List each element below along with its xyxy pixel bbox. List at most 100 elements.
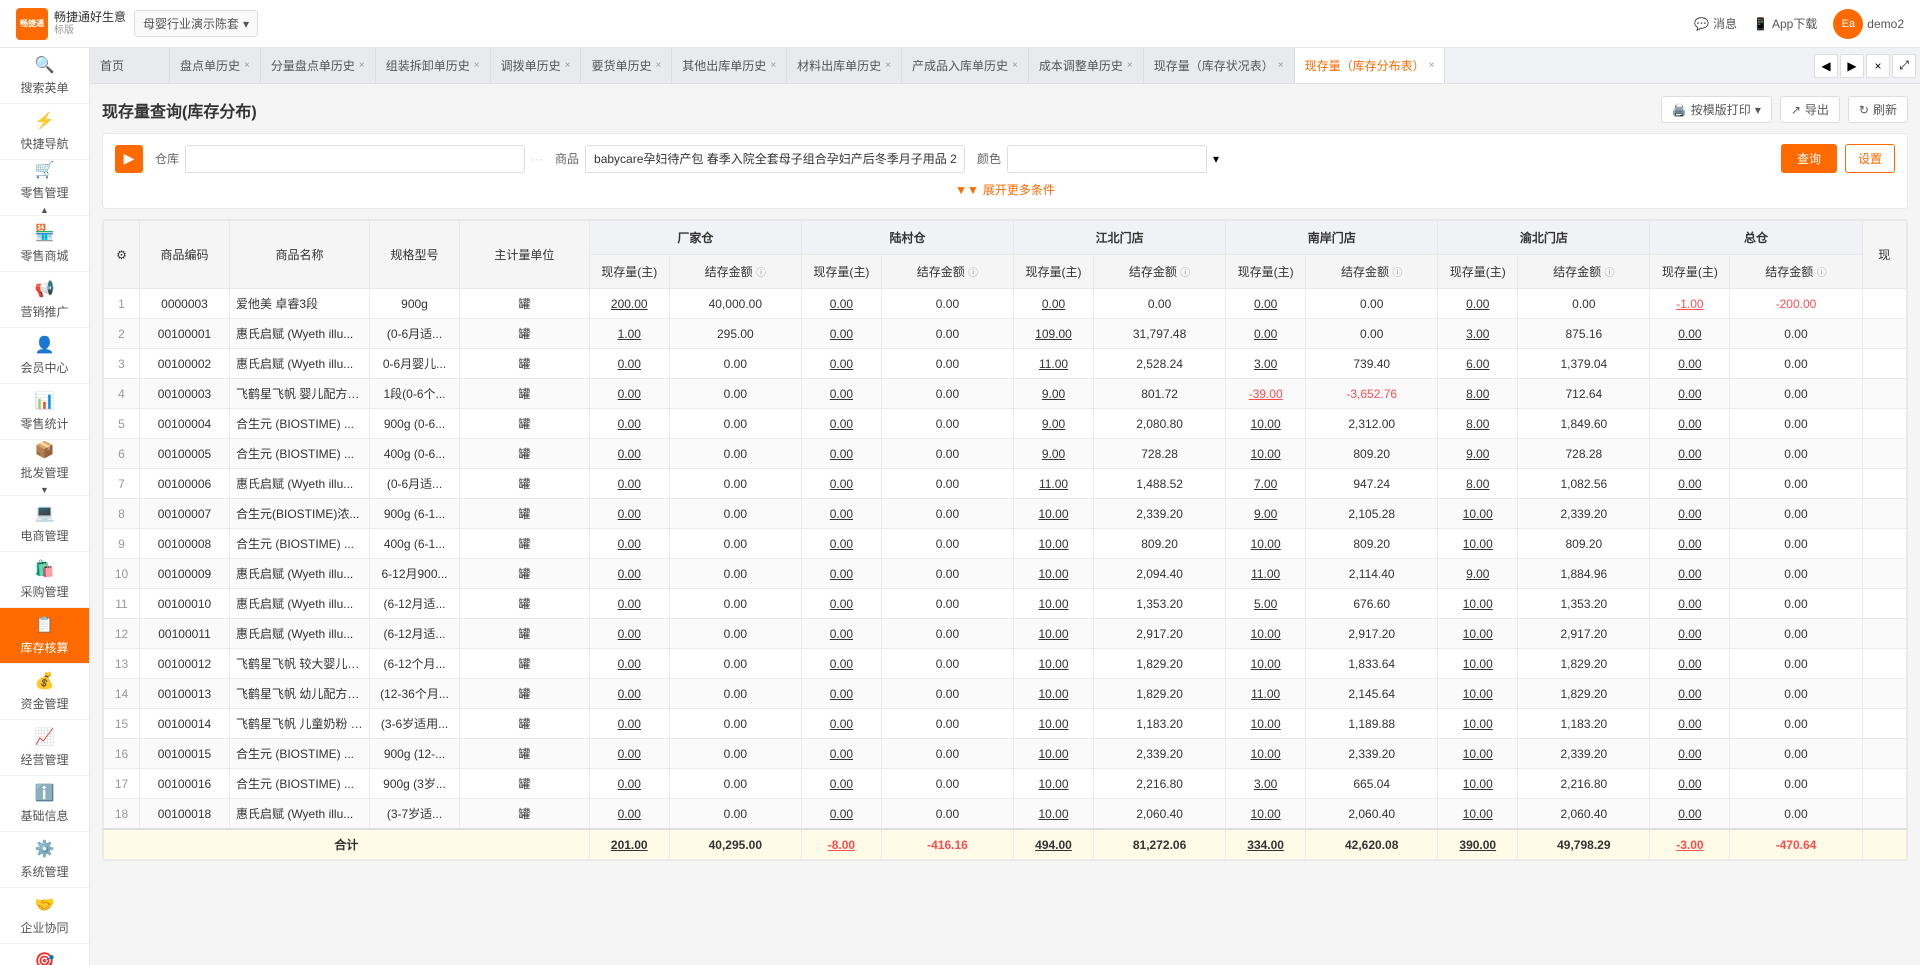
row-na-qty[interactable]: 10.00	[1226, 709, 1306, 739]
tab-transfer-history[interactable]: 调拨单历史 ×	[491, 48, 582, 84]
row-jb-qty[interactable]: 10.00	[1014, 499, 1094, 529]
sidebar-item-retail-stats[interactable]: 📊 零售统计	[0, 384, 89, 440]
row-jb-qty[interactable]: 9.00	[1014, 379, 1094, 409]
row-lc-qty[interactable]: 0.00	[801, 499, 881, 529]
row-lc-qty[interactable]: 0.00	[801, 709, 881, 739]
row-total-qty[interactable]: 0.00	[1650, 349, 1730, 379]
row-lc-qty[interactable]: 0.00	[801, 379, 881, 409]
row-total-qty[interactable]: 0.00	[1650, 559, 1730, 589]
row-total-qty[interactable]: 0.00	[1650, 439, 1730, 469]
row-na-qty[interactable]: 3.00	[1226, 349, 1306, 379]
tab-close-icon[interactable]: ×	[474, 60, 480, 71]
tab-cost-adjust[interactable]: 成本调整单历史 ×	[1029, 48, 1144, 84]
row-fj-qty[interactable]: 0.00	[589, 769, 669, 799]
sidebar-item-purchase[interactable]: 🛍️ 采购管理	[0, 552, 89, 608]
user-avatar[interactable]: Ea demo2	[1833, 9, 1904, 39]
filter-expand-button[interactable]: ▶	[115, 145, 143, 173]
sidebar-item-retail-shop[interactable]: 🏪 零售商城	[0, 216, 89, 272]
row-jb-qty[interactable]: 9.00	[1014, 409, 1094, 439]
row-yb-qty[interactable]: 10.00	[1438, 589, 1518, 619]
row-lc-qty[interactable]: 0.00	[801, 469, 881, 499]
yb-info-icon[interactable]: ⓘ	[1605, 268, 1615, 279]
row-yb-qty[interactable]: 9.00	[1438, 559, 1518, 589]
row-yb-qty[interactable]: 10.00	[1438, 529, 1518, 559]
product-input[interactable]	[585, 145, 965, 173]
sidebar-item-retail-mgmt[interactable]: 🛒 零售管理 ▲	[0, 160, 89, 216]
row-yb-qty[interactable]: 10.00	[1438, 679, 1518, 709]
sidebar-item-operations[interactable]: 📈 经营管理	[0, 720, 89, 776]
row-na-qty[interactable]: 10.00	[1226, 649, 1306, 679]
sidebar-item-basic-info[interactable]: ℹ️ 基础信息	[0, 776, 89, 832]
row-yb-qty[interactable]: 10.00	[1438, 499, 1518, 529]
query-button[interactable]: 查询	[1781, 144, 1837, 173]
row-jb-qty[interactable]: 10.00	[1014, 799, 1094, 830]
tab-next-button[interactable]: ▶	[1840, 54, 1864, 78]
na-info-icon[interactable]: ⓘ	[1392, 268, 1402, 279]
row-jb-qty[interactable]: 10.00	[1014, 559, 1094, 589]
row-jb-qty[interactable]: 11.00	[1014, 469, 1094, 499]
sidebar-item-finance[interactable]: 💰 资金管理	[0, 664, 89, 720]
row-total-qty[interactable]: 0.00	[1650, 529, 1730, 559]
row-jb-qty[interactable]: 10.00	[1014, 589, 1094, 619]
tab-close-icon[interactable]: ×	[1012, 60, 1018, 71]
message-button[interactable]: 💬 消息	[1694, 15, 1737, 32]
row-fj-qty[interactable]: 0.00	[589, 469, 669, 499]
tab-prev-button[interactable]: ◀	[1814, 54, 1838, 78]
row-na-qty[interactable]: 10.00	[1226, 409, 1306, 439]
row-fj-qty[interactable]: 0.00	[589, 649, 669, 679]
refresh-button[interactable]: ↻ 刷新	[1848, 96, 1908, 123]
total-info-icon[interactable]: ⓘ	[1817, 268, 1827, 279]
row-fj-qty[interactable]: 0.00	[589, 349, 669, 379]
row-yb-qty[interactable]: 10.00	[1438, 619, 1518, 649]
row-yb-qty[interactable]: 9.00	[1438, 439, 1518, 469]
sidebar-item-wholesale[interactable]: 📦 批发管理 ▼	[0, 440, 89, 496]
row-total-qty[interactable]: 0.00	[1650, 739, 1730, 769]
setting-button[interactable]: 设置	[1845, 144, 1895, 173]
row-jb-qty[interactable]: 10.00	[1014, 529, 1094, 559]
tab-assembly-history[interactable]: 组装拆卸单历史 ×	[376, 48, 491, 84]
row-na-qty[interactable]: 9.00	[1226, 499, 1306, 529]
row-yb-qty[interactable]: 8.00	[1438, 469, 1518, 499]
row-na-qty[interactable]: 10.00	[1226, 739, 1306, 769]
row-na-qty[interactable]: 3.00	[1226, 769, 1306, 799]
sidebar-item-collab[interactable]: 🤝 企业协同	[0, 888, 89, 944]
tab-close-icon[interactable]: ×	[655, 60, 661, 71]
tab-close-icon[interactable]: ×	[1278, 60, 1284, 71]
row-yb-qty[interactable]: 10.00	[1438, 649, 1518, 679]
sidebar-item-guide[interactable]: 🎯 新手引导	[0, 944, 89, 965]
row-na-qty[interactable]: 10.00	[1226, 529, 1306, 559]
row-yb-qty[interactable]: 6.00	[1438, 349, 1518, 379]
export-button[interactable]: ↗ 导出	[1780, 96, 1840, 123]
row-lc-qty[interactable]: 0.00	[801, 529, 881, 559]
industry-selector[interactable]: 母婴行业演示陈套 ▾	[134, 10, 258, 37]
row-fj-qty[interactable]: 0.00	[589, 499, 669, 529]
sidebar-item-marketing[interactable]: 📢 营销推广	[0, 272, 89, 328]
row-fj-qty[interactable]: 0.00	[589, 679, 669, 709]
row-jb-qty[interactable]: 10.00	[1014, 769, 1094, 799]
row-fj-qty[interactable]: 1.00	[589, 319, 669, 349]
sidebar-item-inventory[interactable]: 📋 库存核算	[0, 608, 89, 664]
sidebar-item-system[interactable]: ⚙️ 系统管理	[0, 832, 89, 888]
tab-inventory-distribution[interactable]: 现存量（库存分布表） ×	[1295, 48, 1446, 84]
row-jb-qty[interactable]: 10.00	[1014, 709, 1094, 739]
row-lc-qty[interactable]: 0.00	[801, 589, 881, 619]
row-jb-qty[interactable]: 109.00	[1014, 319, 1094, 349]
row-lc-qty[interactable]: 0.00	[801, 619, 881, 649]
tab-inventory-status[interactable]: 现存量（库存状况表） ×	[1144, 48, 1295, 84]
row-na-qty[interactable]: 0.00	[1226, 319, 1306, 349]
row-yb-qty[interactable]: 8.00	[1438, 379, 1518, 409]
lc-info-icon[interactable]: ⓘ	[968, 268, 978, 279]
tab-close-icon[interactable]: ×	[1429, 60, 1435, 71]
tab-material-outbound[interactable]: 材料出库单历史 ×	[787, 48, 902, 84]
row-jb-qty[interactable]: 10.00	[1014, 739, 1094, 769]
row-yb-qty[interactable]: 0.00	[1438, 289, 1518, 319]
row-na-qty[interactable]: -39.00	[1226, 379, 1306, 409]
tab-close-icon[interactable]: ×	[565, 60, 571, 71]
row-jb-qty[interactable]: 9.00	[1014, 439, 1094, 469]
row-lc-qty[interactable]: 0.00	[801, 649, 881, 679]
row-fj-qty[interactable]: 0.00	[589, 709, 669, 739]
row-na-qty[interactable]: 5.00	[1226, 589, 1306, 619]
row-total-qty[interactable]: 0.00	[1650, 649, 1730, 679]
row-total-qty[interactable]: 0.00	[1650, 619, 1730, 649]
row-total-qty[interactable]: 0.00	[1650, 799, 1730, 830]
